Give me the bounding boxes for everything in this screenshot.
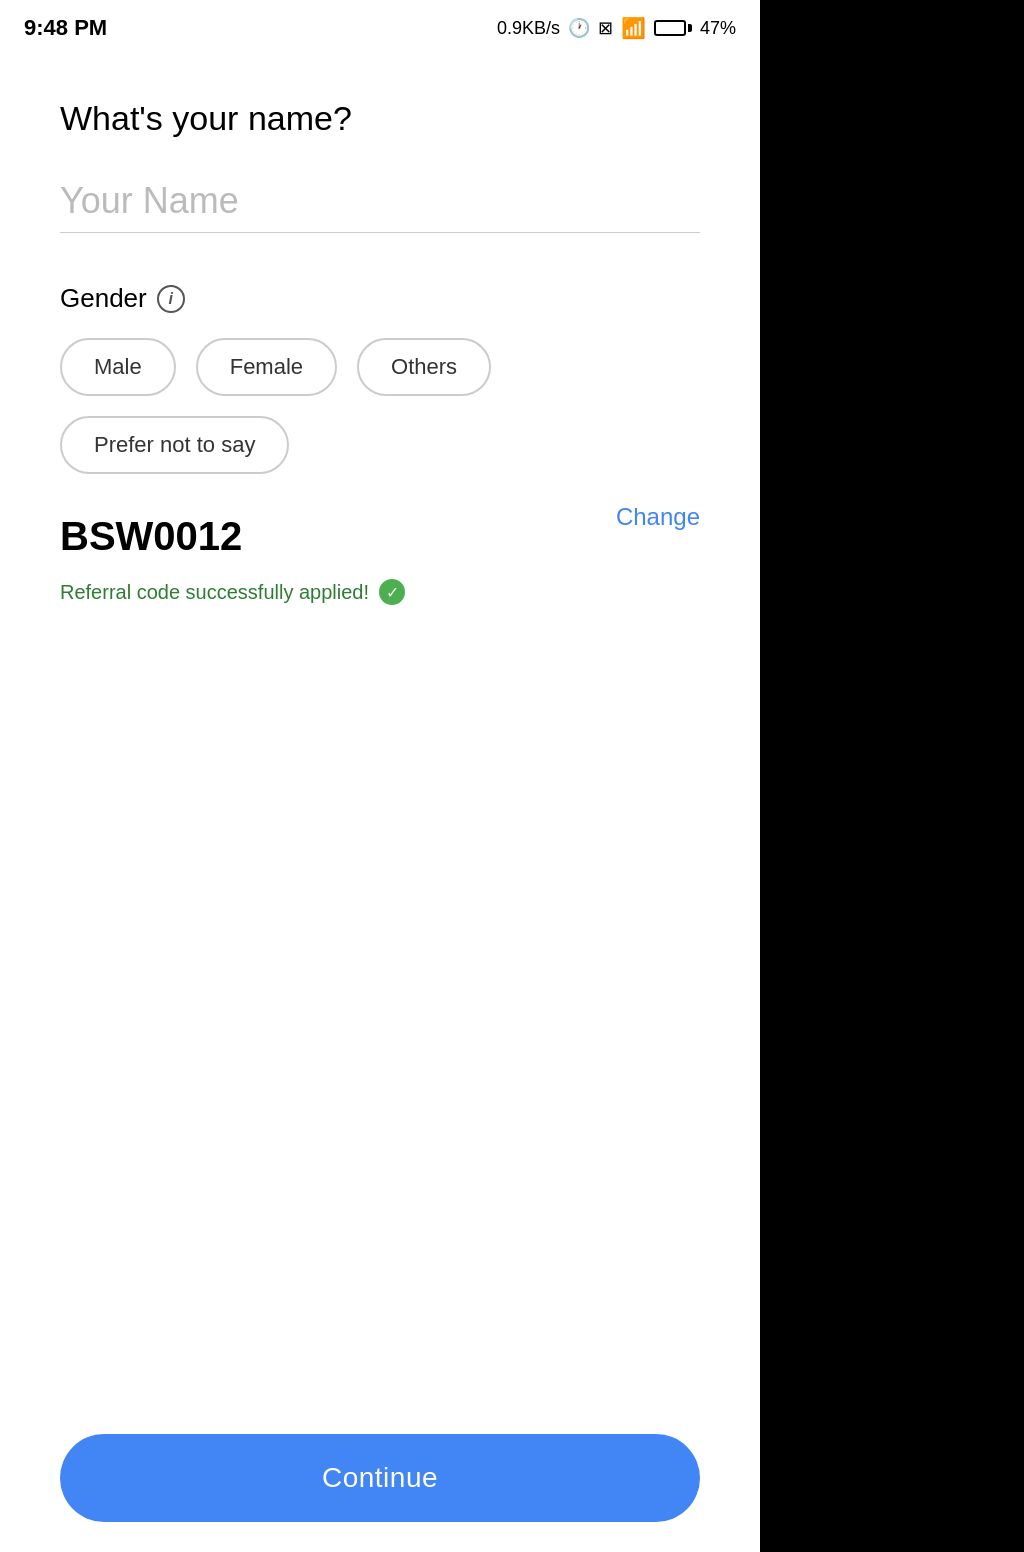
wifi-icon: 📶 <box>621 16 646 40</box>
status-bar: 9:48 PM 0.9KB/s 🕐 ⊠ 📶 47% <box>0 0 760 56</box>
black-panel <box>760 0 1024 1552</box>
referral-code: BSW0012 <box>60 514 242 559</box>
battery-percent: 47% <box>700 18 736 39</box>
battery-icon <box>654 20 692 36</box>
name-input[interactable] <box>60 170 700 233</box>
gender-section: Gender i Male Female Others Prefer not <box>60 283 700 474</box>
phone-screen: 9:48 PM 0.9KB/s 🕐 ⊠ 📶 47% What's your na… <box>0 0 760 1552</box>
close-icon: ⊠ <box>598 17 613 39</box>
gender-prefer-not-button[interactable]: Prefer not to say <box>60 416 289 474</box>
alarm-icon: 🕐 <box>568 17 590 39</box>
gender-label: Gender <box>60 283 147 314</box>
continue-button[interactable]: Continue <box>60 1434 700 1522</box>
status-icons: 0.9KB/s 🕐 ⊠ 📶 47% <box>497 16 736 40</box>
main-content: What's your name? Gender i Male Female O… <box>0 56 760 1552</box>
gender-female-button[interactable]: Female <box>196 338 337 396</box>
network-speed: 0.9KB/s <box>497 18 560 39</box>
gender-label-row: Gender i <box>60 283 700 314</box>
referral-change-button[interactable]: Change <box>616 503 700 531</box>
status-time: 9:48 PM <box>24 15 107 41</box>
gender-others-button[interactable]: Others <box>357 338 491 396</box>
gender-options-row1: Male Female Others <box>60 338 700 396</box>
info-icon[interactable]: i <box>157 285 185 313</box>
question-label: What's your name? <box>60 96 700 140</box>
bottom-bar: Continue <box>60 1434 700 1522</box>
gender-options-row2: Prefer not to say <box>60 416 700 474</box>
referral-status-text: Referral code successfully applied! <box>60 581 369 604</box>
gender-male-button[interactable]: Male <box>60 338 176 396</box>
referral-status-row: Referral code successfully applied! ✓ <box>60 579 700 605</box>
referral-section: BSW0012 Change Referral code successfull… <box>60 514 700 605</box>
check-circle-icon: ✓ <box>379 579 405 605</box>
